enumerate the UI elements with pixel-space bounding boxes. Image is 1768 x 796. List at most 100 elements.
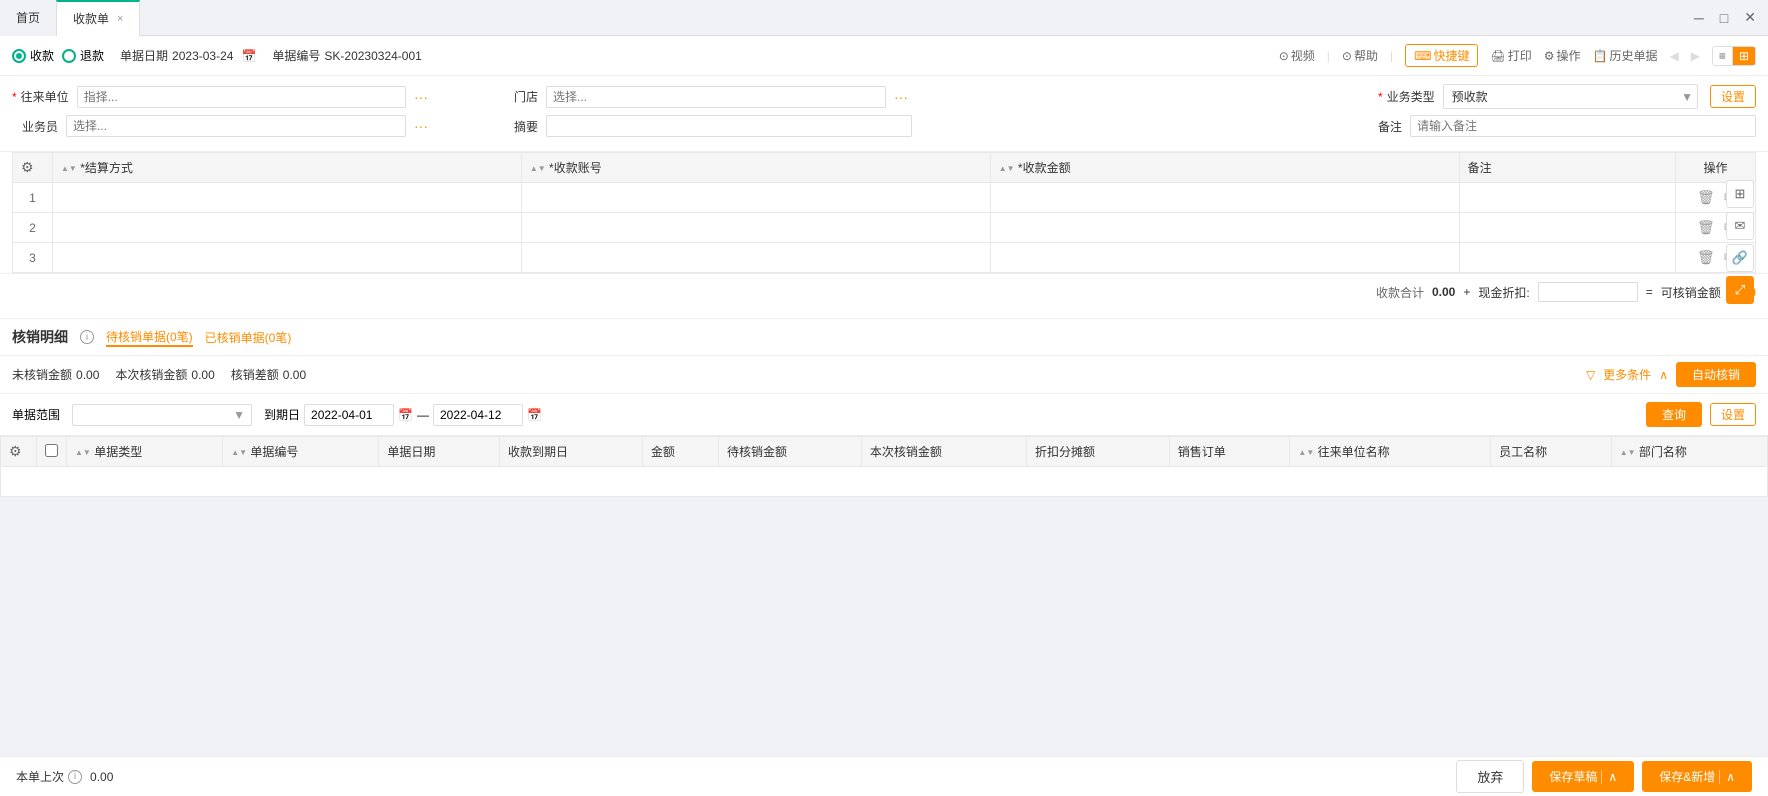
info-icon[interactable]: i bbox=[68, 770, 82, 784]
minimize-button[interactable]: ─ bbox=[1690, 8, 1708, 28]
tab-close-icon[interactable]: × bbox=[117, 13, 123, 25]
radio-tuikuan[interactable]: 退款 bbox=[62, 47, 104, 64]
panel-table-icon[interactable]: ⊞ bbox=[1726, 180, 1754, 208]
col-bt-amount: 金额 bbox=[642, 437, 718, 467]
row-1-amount[interactable] bbox=[990, 183, 1459, 213]
info-icon[interactable]: i bbox=[80, 330, 94, 344]
tab-shoukuan[interactable]: 收款单 × bbox=[56, 0, 140, 36]
tab-home[interactable]: 首页 bbox=[0, 0, 56, 36]
bottom-table-header: ⚙ ▲▼ 单据类型 ▲▼ 单据编号 bbox=[1, 437, 1768, 467]
counterpart-more-btn[interactable]: ··· bbox=[410, 89, 432, 105]
radio-tuikuan-label: 退款 bbox=[80, 47, 104, 64]
store-more-btn[interactable]: ··· bbox=[890, 89, 912, 105]
save-new-arrow-icon[interactable]: ∧ bbox=[1719, 770, 1735, 784]
form-row-2: 业务员 ··· 摘要 备注 bbox=[12, 115, 1756, 137]
pending-tab[interactable]: 待核销单据(0笔) bbox=[106, 328, 193, 347]
discount-input[interactable] bbox=[1538, 282, 1638, 302]
form-row-1: * 往来单位 ··· 门店 ··· * 业务类型 预收款 ▼ 设置 bbox=[12, 84, 1756, 109]
help-button[interactable]: ⊙ 帮助 bbox=[1342, 47, 1378, 64]
col-bt-no: ▲▼ 单据编号 bbox=[223, 437, 379, 467]
this-up-value: 0.00 bbox=[90, 770, 113, 784]
save-draft-button[interactable]: 保存草稿 ∧ bbox=[1532, 761, 1634, 792]
due-date-to-input[interactable] bbox=[433, 404, 523, 426]
filter-settings-button[interactable]: 设置 bbox=[1710, 403, 1756, 426]
query-button[interactable]: 查询 bbox=[1646, 402, 1702, 427]
keyboard-icon: ⌨ bbox=[1414, 49, 1431, 63]
view-list-button[interactable]: ≡ bbox=[1713, 47, 1733, 65]
row-num-2: 2 bbox=[13, 213, 53, 243]
range-select[interactable]: ▼ bbox=[72, 404, 252, 426]
col-bt-dept: ▲▼ 部门名称 bbox=[1611, 437, 1767, 467]
panel-mail-icon[interactable]: ✉ bbox=[1726, 212, 1754, 240]
row-2-account[interactable] bbox=[521, 213, 990, 243]
delete-icon[interactable]: 🗑 bbox=[1697, 219, 1715, 235]
col-bt-counterpart: ▲▼ 往来单位名称 bbox=[1290, 437, 1491, 467]
filter-icon: ▽ bbox=[1586, 368, 1595, 382]
auto-verify-button[interactable]: 自动核销 bbox=[1676, 362, 1756, 387]
row-3-amount[interactable] bbox=[990, 243, 1459, 273]
date-separator: — bbox=[417, 408, 429, 422]
bottom-table-empty-row bbox=[1, 467, 1768, 497]
done-tab[interactable]: 已核销单据(0笔) bbox=[205, 329, 292, 346]
operations-button[interactable]: ⚙ 操作 bbox=[1544, 47, 1581, 64]
row-3-account[interactable] bbox=[521, 243, 990, 273]
col-bt-type: ▲▼ 单据类型 bbox=[67, 437, 223, 467]
col-account-header: ▲▼ *收款账号 bbox=[521, 153, 990, 183]
tab-bar-right: ─ □ ✕ bbox=[1690, 7, 1768, 28]
col-payment-header: ▲▼ *结算方式 bbox=[53, 153, 522, 183]
history-button[interactable]: 📋 历史单据 bbox=[1592, 47, 1657, 64]
row-2-amount[interactable] bbox=[990, 213, 1459, 243]
bill-date-field: 单据日期 2023-03-24 📅 bbox=[120, 47, 256, 64]
calendar-to-icon[interactable]: 📅 bbox=[527, 408, 542, 422]
counterpart-label: 往来单位 bbox=[21, 88, 73, 105]
row-1-payment[interactable] bbox=[53, 183, 522, 213]
salesperson-more-btn[interactable]: ··· bbox=[410, 118, 432, 134]
header-right: ⊙ 视频 | ⊙ 帮助 | ⌨ 快捷键 🖨 打印 ⚙ 操作 📋 bbox=[1279, 44, 1756, 67]
store-label: 门店 bbox=[492, 88, 542, 105]
col-bt-checkbox[interactable] bbox=[37, 437, 67, 467]
calendar-from-icon[interactable]: 📅 bbox=[398, 408, 413, 422]
col-bt-settings[interactable]: ⚙ bbox=[1, 437, 37, 467]
biz-type-select[interactable]: 预收款 ▼ bbox=[1443, 84, 1698, 109]
save-new-button[interactable]: 保存&新增 ∧ bbox=[1642, 761, 1752, 792]
remark-field: 备注 bbox=[1356, 115, 1756, 137]
summary-input[interactable] bbox=[546, 115, 912, 137]
video-button[interactable]: ⊙ 视频 bbox=[1279, 47, 1315, 64]
row-1-account[interactable] bbox=[521, 183, 990, 213]
col-action-header: 操作 bbox=[1676, 153, 1756, 183]
row-1-remark[interactable] bbox=[1459, 183, 1675, 213]
more-conditions-button[interactable]: 更多条件 bbox=[1603, 366, 1651, 383]
delete-icon[interactable]: 🗑 bbox=[1697, 189, 1715, 205]
store-input[interactable] bbox=[546, 86, 886, 108]
close-button[interactable]: ✕ bbox=[1740, 7, 1760, 28]
select-all-checkbox[interactable] bbox=[45, 444, 58, 457]
plus-sign: + bbox=[1463, 285, 1470, 299]
tab-shoukuan-label: 收款单 bbox=[73, 10, 109, 27]
maximize-button[interactable]: □ bbox=[1716, 8, 1732, 28]
calendar-icon[interactable]: 📅 bbox=[241, 49, 256, 63]
row-3-remark[interactable] bbox=[1459, 243, 1675, 273]
panel-link-icon[interactable]: 🔗 bbox=[1726, 244, 1754, 272]
row-2-payment[interactable] bbox=[53, 213, 522, 243]
print-button[interactable]: 🖨 打印 bbox=[1490, 47, 1531, 64]
col-settings-header[interactable]: ⚙ bbox=[13, 153, 53, 183]
delete-icon[interactable]: 🗑 bbox=[1697, 249, 1715, 265]
counterpart-input[interactable] bbox=[77, 86, 406, 108]
save-draft-arrow-icon[interactable]: ∧ bbox=[1601, 770, 1617, 784]
panel-expand-icon[interactable]: ⤢ bbox=[1726, 276, 1754, 304]
remark-input[interactable] bbox=[1410, 115, 1756, 137]
salesperson-input[interactable] bbox=[66, 115, 406, 137]
row-2-remark[interactable] bbox=[1459, 213, 1675, 243]
result-label: 可核销金额 bbox=[1661, 284, 1721, 301]
shortcut-button[interactable]: ⌨ 快捷键 bbox=[1405, 44, 1478, 67]
table-row: 3 🗑 ⧉ bbox=[13, 243, 1756, 273]
abandon-button[interactable]: 放弃 bbox=[1456, 760, 1524, 793]
store-field: 门店 ··· bbox=[492, 86, 912, 108]
row-3-payment[interactable] bbox=[53, 243, 522, 273]
due-date-from-input[interactable] bbox=[304, 404, 394, 426]
settings-button[interactable]: 设置 bbox=[1710, 85, 1756, 108]
radio-tuikuan-dot bbox=[62, 49, 76, 63]
radio-shoukuan[interactable]: 收款 bbox=[12, 47, 54, 64]
collapse-icon[interactable]: ∧ bbox=[1659, 368, 1668, 382]
view-grid-button[interactable]: ⊞ bbox=[1733, 47, 1755, 65]
